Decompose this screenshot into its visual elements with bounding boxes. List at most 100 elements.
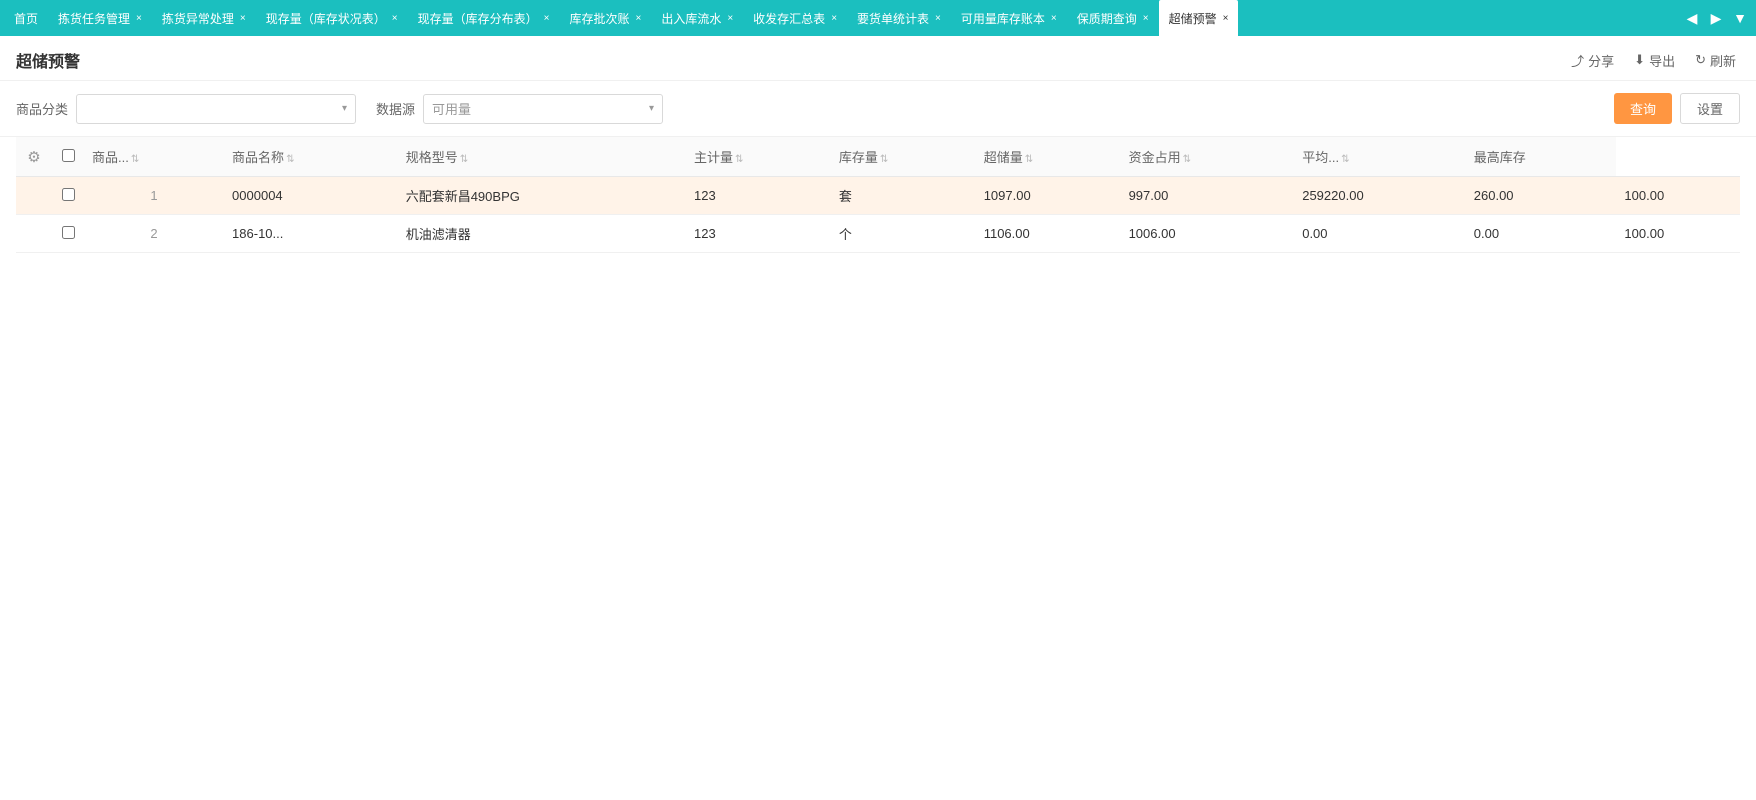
row-capital: 0.00 [1294, 215, 1466, 253]
sort-icon-spec[interactable]: ⇅ [460, 154, 468, 165]
col-gear: ⚙ [16, 137, 52, 177]
nav-prev-arrow[interactable]: ◀ [1680, 0, 1704, 36]
tab-label: 收发存汇总表 [753, 10, 825, 27]
tab-label: 现存量（库存状况表） [266, 10, 386, 27]
row-checkbox[interactable] [62, 188, 75, 201]
col-checkbox-header [52, 137, 84, 177]
chevron-down-icon-2: ▾ [649, 103, 654, 114]
tab-close-order-stats[interactable]: × [935, 13, 941, 24]
data-source-select[interactable]: 可用量 ▾ [423, 94, 663, 124]
table-row: 1 0000004 六配套新昌490BPG 123 套 1097.00 997.… [16, 177, 1740, 215]
share-icon: ⤴ [1571, 51, 1584, 70]
row-product-name: 机油滤清器 [398, 215, 686, 253]
tab-label: 出入库流水 [661, 10, 721, 27]
row-product-name: 六配套新昌490BPG [398, 177, 686, 215]
tab-close-batch-account[interactable]: × [635, 13, 641, 24]
row-spec: 123 [686, 215, 831, 253]
tab-label: 现存量（库存分布表） [418, 10, 538, 27]
settings-button[interactable]: 设置 [1680, 93, 1740, 124]
row-checkbox-cell [52, 177, 84, 215]
tab-close-inout-flow[interactable]: × [727, 13, 733, 24]
sort-icon-avg[interactable]: ⇅ [1341, 154, 1349, 165]
product-category-filter: 商品分类 ▾ [16, 94, 356, 124]
data-source-label: 数据源 [376, 99, 415, 118]
row-inventory: 1106.00 [976, 215, 1121, 253]
col-product-code: 商品...⇅ [84, 137, 224, 177]
nav-tab-batch-account[interactable]: 库存批次账 × [559, 0, 651, 36]
nav-tab-overstock-warning[interactable]: 超储预警 × [1159, 0, 1239, 36]
filter-actions: 查询 设置 [1614, 93, 1740, 124]
row-avg: 260.00 [1466, 177, 1617, 215]
product-category-select[interactable]: ▾ [76, 94, 356, 124]
row-unit: 个 [831, 215, 976, 253]
table-header-row: ⚙ 商品...⇅ 商品名称⇅ 规格型号⇅ 主计量⇅ [16, 137, 1740, 177]
tab-close-task-mgmt[interactable]: × [136, 13, 142, 24]
sort-icon-inv[interactable]: ⇅ [880, 154, 888, 165]
tab-label: 超储预警 [1169, 10, 1217, 27]
col-avg: 平均...⇅ [1294, 137, 1466, 177]
row-product-code: 186-10... [224, 215, 398, 253]
tab-label: 库存批次账 [569, 10, 629, 27]
page-title: 超储预警 [16, 48, 80, 72]
col-unit: 主计量⇅ [686, 137, 831, 177]
row-checkbox[interactable] [62, 226, 75, 239]
tab-close-inventory-status[interactable]: × [392, 13, 398, 24]
row-num: 1 [84, 177, 224, 215]
tab-label: 要货单统计表 [857, 10, 929, 27]
row-gear [16, 215, 52, 253]
col-inventory: 库存量⇅ [831, 137, 976, 177]
nav-tab-available-stock[interactable]: 可用量库存账本 × [951, 0, 1067, 36]
tab-close-inventory-dist[interactable]: × [544, 13, 550, 24]
row-unit: 套 [831, 177, 976, 215]
nav-next-arrow[interactable]: ▶ [1704, 0, 1728, 36]
gear-icon[interactable]: ⚙ [27, 149, 40, 166]
col-product-name: 商品名称⇅ [224, 137, 398, 177]
share-button[interactable]: ⤴ 分享 [1567, 49, 1618, 72]
tab-close-quality-check[interactable]: × [1143, 13, 1149, 24]
data-source-value: 可用量 [432, 99, 471, 118]
nav-tab-inventory-dist[interactable]: 现存量（库存分布表） × [408, 0, 560, 36]
row-gear [16, 177, 52, 215]
row-capital: 259220.00 [1294, 177, 1466, 215]
tab-label: 可用量库存账本 [961, 10, 1045, 27]
export-button[interactable]: ⬇ 导出 [1630, 49, 1679, 72]
nav-tab-abnormal[interactable]: 拣货异常处理× [152, 0, 256, 36]
table-wrapper: ⚙ 商品...⇅ 商品名称⇅ 规格型号⇅ 主计量⇅ [0, 137, 1756, 253]
row-checkbox-cell [52, 215, 84, 253]
nav-tab-home[interactable]: 首页 [4, 0, 48, 36]
data-source-filter: 数据源 可用量 ▾ [376, 94, 663, 124]
tab-close-available-stock[interactable]: × [1051, 13, 1057, 24]
col-capital: 资金占用⇅ [1121, 137, 1295, 177]
tab-label: 拣货任务管理 [58, 10, 130, 27]
row-num: 2 [84, 215, 224, 253]
sort-icon-code[interactable]: ⇅ [131, 154, 139, 165]
nav-tab-inventory-status[interactable]: 现存量（库存状况表） × [256, 0, 408, 36]
nav-tab-inout-flow[interactable]: 出入库流水 × [651, 0, 743, 36]
nav-more-arrow[interactable]: ▼ [1728, 0, 1752, 36]
row-spec: 123 [686, 177, 831, 215]
sort-icon-unit[interactable]: ⇅ [735, 154, 743, 165]
row-overstock: 1006.00 [1121, 215, 1295, 253]
tab-close-overstock-warning[interactable]: × [1223, 13, 1229, 24]
sort-icon-cap[interactable]: ⇅ [1183, 154, 1191, 165]
sort-icon-over[interactable]: ⇅ [1025, 154, 1033, 165]
col-spec: 规格型号⇅ [398, 137, 686, 177]
chevron-down-icon: ▾ [342, 103, 347, 114]
row-avg: 0.00 [1466, 215, 1617, 253]
tab-close-abnormal[interactable]: × [240, 13, 246, 24]
tab-close-collect-summary[interactable]: × [831, 13, 837, 24]
refresh-button[interactable]: ↻ 刷新 [1691, 49, 1740, 72]
nav-tab-quality-check[interactable]: 保质期查询× [1067, 0, 1159, 36]
nav-tab-task-mgmt[interactable]: 拣货任务管理 × [48, 0, 152, 36]
data-table: ⚙ 商品...⇅ 商品名称⇅ 规格型号⇅ 主计量⇅ [16, 137, 1740, 253]
product-category-label: 商品分类 [16, 99, 68, 118]
row-product-code: 0000004 [224, 177, 398, 215]
query-button[interactable]: 查询 [1614, 93, 1672, 124]
nav-tab-order-stats[interactable]: 要货单统计表 × [847, 0, 951, 36]
select-all-checkbox[interactable] [62, 149, 75, 162]
export-icon: ⬇ [1634, 52, 1645, 68]
nav-tab-collect-summary[interactable]: 收发存汇总表 × [743, 0, 847, 36]
tab-label: 首页 [14, 10, 38, 27]
refresh-icon: ↻ [1695, 52, 1706, 68]
sort-icon-name[interactable]: ⇅ [286, 154, 294, 165]
